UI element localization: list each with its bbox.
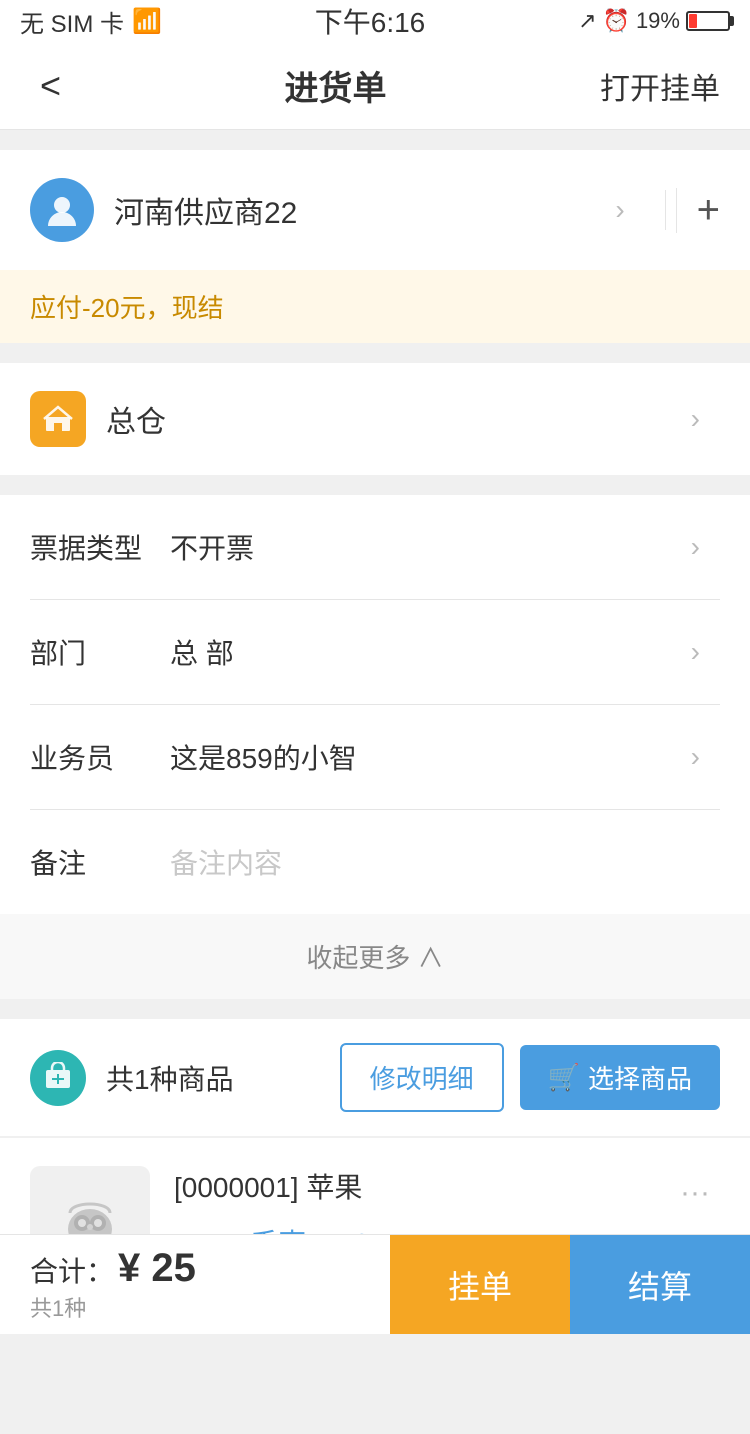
carrier-text: 无 SIM 卡 <box>20 4 124 39</box>
warehouse-section: 总仓 › <box>0 363 750 475</box>
supplier-avatar <box>30 178 94 242</box>
checkout-button[interactable]: 结算 <box>570 1235 750 1334</box>
separator-1 <box>0 130 750 150</box>
page-title: 进货单 <box>285 61 387 110</box>
bottom-bar: 合计： ¥ 25 共1种 挂单 结算 <box>0 1234 750 1334</box>
supplier-row[interactable]: 河南供应商22 › + <box>0 150 750 270</box>
warehouse-chevron-icon: › <box>691 403 700 435</box>
department-value: 总 部 <box>170 632 691 672</box>
edit-detail-button[interactable]: 修改明细 <box>340 1043 504 1112</box>
supplier-section: 河南供应商22 › + 应付-20元，现结 <box>0 150 750 343</box>
remark-row[interactable]: 备注 备注内容 <box>0 810 750 914</box>
status-time: 下午6:16 <box>315 1 426 41</box>
nav-bar: < 进货单 打开挂单 <box>0 42 750 130</box>
status-bar: 无 SIM 卡 📶 下午6:16 ↗ ⏰ 19% <box>0 0 750 42</box>
total-section: 合计： ¥ 25 共1种 <box>0 1235 390 1334</box>
product-count: 共1种商品 <box>106 1058 340 1098</box>
product-header: 共1种商品 修改明细 🛒 选择商品 <box>0 1019 750 1136</box>
supplier-divider <box>665 190 666 230</box>
separator-2 <box>0 343 750 363</box>
select-product-button[interactable]: 🛒 选择商品 <box>520 1045 720 1110</box>
product-code: [0000001] <box>174 1172 299 1203</box>
invoice-type-chevron-icon: › <box>691 531 700 563</box>
product-name: [0000001] 苹果 <box>174 1166 670 1206</box>
product-title: 苹果 <box>306 1172 362 1203</box>
invoice-type-row[interactable]: 票据类型 不开票 › <box>0 495 750 599</box>
department-label: 部门 <box>30 632 160 672</box>
total-label: 合计： <box>30 1250 114 1290</box>
warehouse-row[interactable]: 总仓 › <box>0 363 750 475</box>
separator-4 <box>0 999 750 1019</box>
salesperson-row[interactable]: 业务员 这是859的小智 › <box>0 705 750 809</box>
product-section-icon <box>30 1050 86 1106</box>
salesperson-chevron-icon: › <box>691 741 700 773</box>
department-chevron-icon: › <box>691 636 700 668</box>
warehouse-icon <box>30 391 86 447</box>
total-amount: ¥ 25 <box>118 1246 196 1291</box>
hang-label: 挂单 <box>448 1262 512 1308</box>
back-button[interactable]: < <box>30 55 71 117</box>
open-hang-button[interactable]: 打开挂单 <box>600 64 720 108</box>
hang-button[interactable]: 挂单 <box>390 1235 570 1334</box>
collapse-label: 收起更多 ∧ <box>306 938 443 975</box>
salesperson-value: 这是859的小智 <box>170 737 691 777</box>
invoice-type-label: 票据类型 <box>30 527 160 567</box>
salesperson-label: 业务员 <box>30 737 160 777</box>
product-more-button[interactable]: ··· <box>670 1166 720 1220</box>
department-row[interactable]: 部门 总 部 › <box>0 600 750 704</box>
status-right: ↗ ⏰ 19% <box>578 8 730 34</box>
invoice-type-section: 票据类型 不开票 › 部门 总 部 › 业务员 这是859的小智 › 备注 备注… <box>0 495 750 914</box>
battery-percent: 19% <box>636 8 680 34</box>
notice-banner: 应付-20元，现结 <box>0 270 750 343</box>
checkout-label: 结算 <box>628 1262 692 1308</box>
remark-input[interactable]: 备注内容 <box>170 842 720 882</box>
remark-label: 备注 <box>30 842 160 882</box>
separator-3 <box>0 475 750 495</box>
location-icon: ↗ <box>578 8 596 34</box>
add-supplier-button[interactable]: + <box>676 188 720 233</box>
select-product-icon: 🛒 <box>548 1062 580 1093</box>
warehouse-name: 总仓 <box>106 397 691 441</box>
total-count: 共1种 <box>30 1291 360 1323</box>
invoice-type-value: 不开票 <box>170 527 691 567</box>
status-left: 无 SIM 卡 📶 <box>20 4 162 39</box>
select-product-label: 选择商品 <box>588 1059 692 1096</box>
collapse-button[interactable]: 收起更多 ∧ <box>0 914 750 999</box>
alarm-icon: ⏰ <box>603 8 630 34</box>
supplier-chevron-icon: › <box>615 194 624 226</box>
battery-icon <box>686 11 730 31</box>
wifi-icon: 📶 <box>132 7 162 36</box>
supplier-name: 河南供应商22 <box>114 188 615 232</box>
